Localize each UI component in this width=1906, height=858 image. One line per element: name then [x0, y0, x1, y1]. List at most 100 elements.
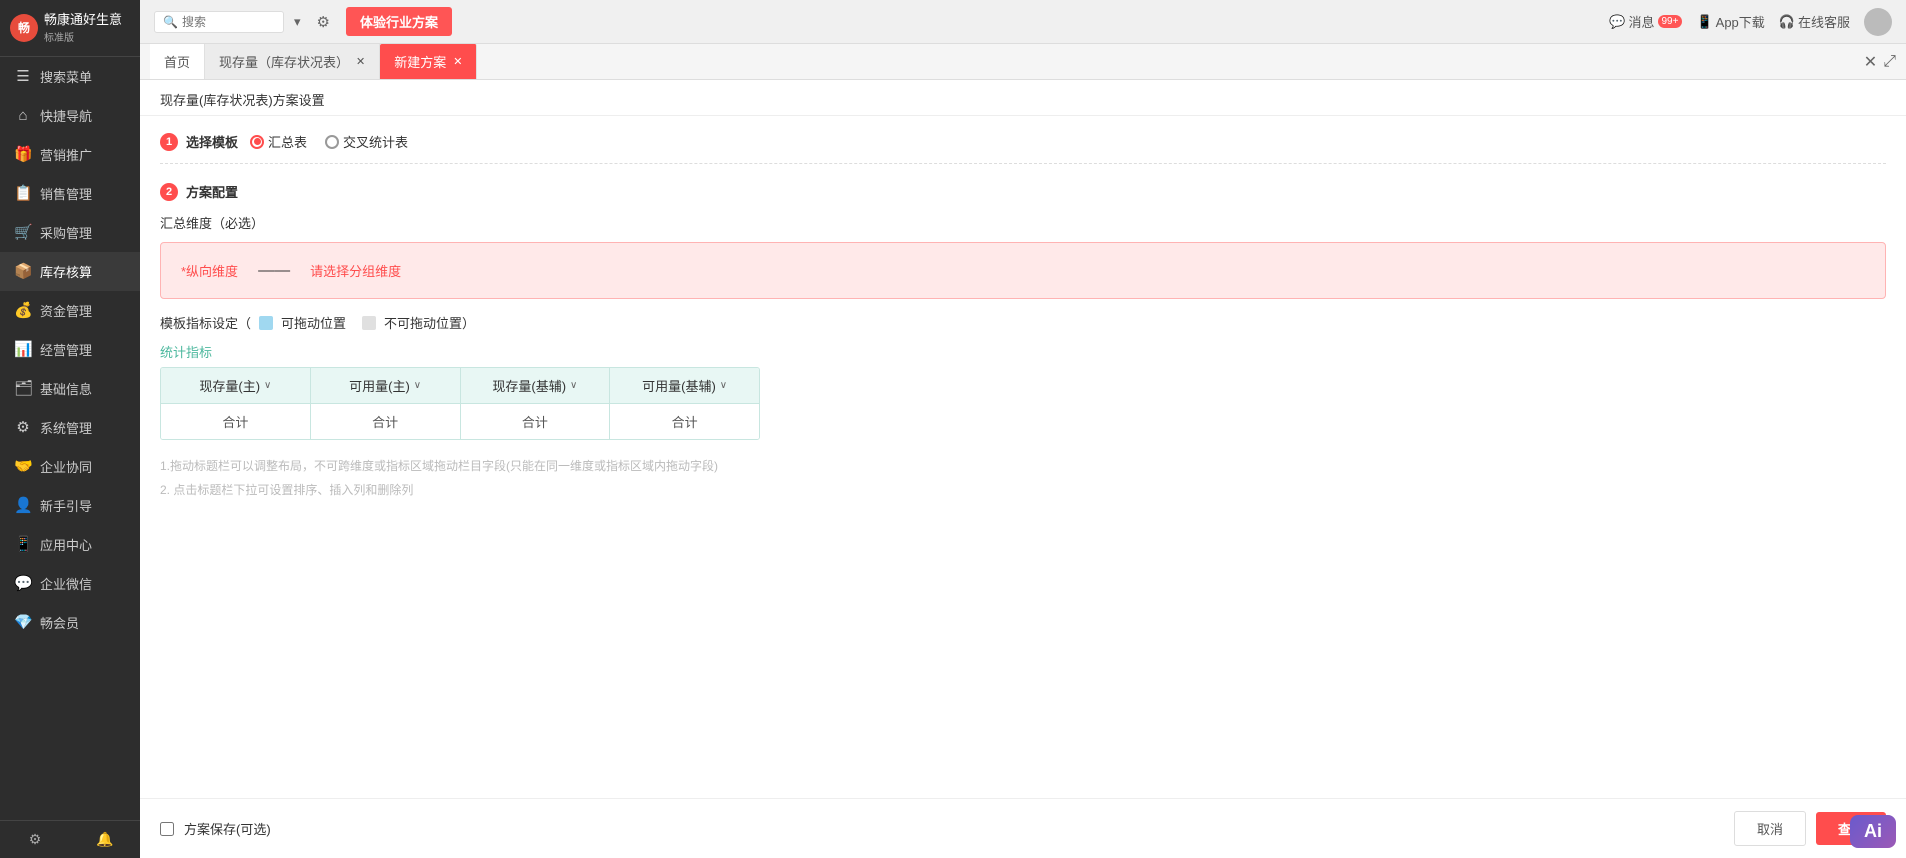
app-download-label: App下载 [1716, 12, 1765, 31]
gift-icon: 🎁 [14, 145, 32, 163]
online-service-btn[interactable]: 🎧 在线客服 [1779, 12, 1850, 31]
sidebar: 畅 畅康通好生意 标准版 ☰ 搜索菜单 ⌂ 快捷导航 🎁 营销推广 📋 销售管理… [0, 0, 140, 858]
dimension-required-label: *纵向维度 [181, 261, 238, 280]
sidebar-item-vip[interactable]: 💎 畅会员 [0, 603, 140, 642]
settings-btn[interactable]: ⚙ [0, 821, 70, 858]
tips-section: 1.拖动标题栏可以调整布局，不可跨维度或指标区域拖动栏目字段(只能在同一维度或指… [160, 456, 1886, 501]
tab-home-label: 首页 [164, 52, 190, 71]
topbar-gear-icon[interactable]: ⚙ [311, 11, 336, 33]
table-body-0: 合计 [161, 403, 311, 439]
sidebar-item-sales[interactable]: 📋 销售管理 [0, 174, 140, 213]
radio-summary-label: 汇总表 [268, 132, 307, 151]
sidebar-item-label: 资金管理 [40, 301, 92, 320]
unmovable-badge [362, 316, 376, 330]
table-body-1: 合计 [311, 403, 461, 439]
search-dropdown-btn[interactable]: ▾ [294, 14, 301, 30]
sidebar-item-label: 基础信息 [40, 379, 92, 398]
tab-close-all-btn[interactable]: ✕ [1864, 52, 1877, 72]
topbar-right: 💬 消息 99+ 📱 App下载 🎧 在线客服 [1609, 8, 1892, 36]
ai-badge[interactable]: Ai [1850, 815, 1896, 848]
app-center-icon: 📱 [14, 535, 32, 553]
mobile-icon: 📱 [1696, 14, 1712, 30]
stats-section: 统计指标 现存量(主) ∨ 可用量(主) ∨ [160, 342, 1886, 440]
tab-expand-btn[interactable]: ⤢ [1883, 52, 1896, 72]
sidebar-item-search-menu[interactable]: ☰ 搜索菜单 [0, 57, 140, 96]
message-btn[interactable]: 💬 消息 99+ [1609, 12, 1682, 31]
sidebar-item-quick-nav[interactable]: ⌂ 快捷导航 [0, 96, 140, 135]
gear-icon: ⚙ [29, 831, 42, 847]
table-header-0[interactable]: 现存量(主) ∨ [161, 368, 311, 403]
chevron-down-icon-0: ∨ [264, 380, 271, 391]
tab-new-scheme-close[interactable]: ✕ [453, 55, 462, 68]
radio-summary[interactable]: 汇总表 [250, 132, 307, 151]
sales-icon: 📋 [14, 184, 32, 202]
message-badge: 99+ [1658, 15, 1683, 28]
save-scheme-label: 方案保存(可选) [184, 819, 271, 838]
sidebar-item-purchase[interactable]: 🛒 采购管理 [0, 213, 140, 252]
tab-new-scheme-label: 新建方案 [394, 52, 446, 71]
step2-header: 2 方案配置 [160, 182, 1886, 201]
tab-actions: ✕ ⤢ [1864, 52, 1896, 72]
sidebar-item-operations[interactable]: 📊 经营管理 [0, 330, 140, 369]
template-options: 汇总表 交叉统计表 [250, 132, 408, 151]
dimension-placeholder: 请选择分组维度 [310, 261, 401, 280]
sidebar-item-basic-info[interactable]: 🗂 基础信息 [0, 369, 140, 408]
tip1: 1.拖动标题栏可以调整布局，不可跨维度或指标区域拖动栏目字段(只能在同一维度或指… [160, 456, 1886, 478]
tab-home[interactable]: 首页 [150, 44, 205, 79]
logo-icon: 畅 [10, 14, 38, 42]
sidebar-item-label: 销售管理 [40, 184, 92, 203]
sidebar-item-new-guide[interactable]: 👤 新手引导 [0, 486, 140, 525]
chevron-down-icon-2: ∨ [570, 380, 577, 391]
sidebar-item-finance[interactable]: 💰 资金管理 [0, 291, 140, 330]
step1-title: 选择模板 [186, 132, 238, 151]
sidebar-item-marketing[interactable]: 🎁 营销推广 [0, 135, 140, 174]
table-header-2[interactable]: 现存量(基辅) ∨ [461, 368, 611, 403]
purchase-icon: 🛒 [14, 223, 32, 241]
tab-inventory-label: 现存量（库存状况表） [219, 52, 349, 71]
tab-inventory-status[interactable]: 现存量（库存状况表） ✕ [205, 44, 380, 79]
chevron-down-icon-1: ∨ [414, 380, 421, 391]
indicator-settings: 模板指标设定（ 可拖动位置 不可拖动位置） [160, 313, 1886, 332]
operations-icon: 📊 [14, 340, 32, 358]
trial-btn[interactable]: 体验行业方案 [346, 7, 452, 36]
main-area: 🔍 ▾ ⚙ 体验行业方案 💬 消息 99+ 📱 App下载 🎧 在线客服 [140, 0, 1906, 858]
sidebar-item-enterprise-wechat[interactable]: 💬 企业微信 [0, 564, 140, 603]
sidebar-item-inventory[interactable]: 📦 库存核算 [0, 252, 140, 291]
step2-section: 2 方案配置 汇总维度（必选） *纵向维度 —— 请选择分组维度 模板指标设定（ [160, 182, 1886, 501]
radio-crosstab-dot [325, 135, 339, 149]
topbar-search-box[interactable]: 🔍 [154, 11, 284, 33]
tab-inventory-close[interactable]: ✕ [356, 55, 365, 68]
home-icon: ⌂ [14, 107, 32, 124]
movable-badge [259, 316, 273, 330]
tab-new-scheme[interactable]: 新建方案 ✕ [380, 44, 477, 79]
sidebar-item-app-center[interactable]: 📱 应用中心 [0, 525, 140, 564]
save-scheme-checkbox[interactable] [160, 822, 174, 836]
indicator-settings-label: 模板指标设定（ 可拖动位置 不可拖动位置） [160, 313, 1886, 332]
sidebar-item-label: 快捷导航 [40, 106, 92, 125]
basic-info-icon: 🗂 [14, 379, 32, 397]
stats-table: 现存量(主) ∨ 可用量(主) ∨ 现存量(基辅) ∨ [160, 367, 760, 440]
radio-crosstab[interactable]: 交叉统计表 [325, 132, 408, 151]
cooperation-icon: 🤝 [14, 457, 32, 475]
finance-icon: 💰 [14, 301, 32, 319]
sidebar-item-label: 畅会员 [40, 613, 79, 632]
online-service-label: 在线客服 [1798, 12, 1850, 31]
cancel-button[interactable]: 取消 [1734, 811, 1806, 846]
sound-btn[interactable]: 🔔 [70, 821, 140, 858]
table-header-1[interactable]: 可用量(主) ∨ [311, 368, 461, 403]
user-avatar[interactable] [1864, 8, 1892, 36]
search-input[interactable] [182, 15, 272, 29]
footer: 方案保存(可选) 取消 查询 [140, 798, 1906, 858]
dimension-arrow: —— [258, 262, 290, 280]
sound-icon: 🔔 [96, 831, 113, 847]
radio-crosstab-label: 交叉统计表 [343, 132, 408, 151]
config-section: 汇总维度（必选） *纵向维度 —— 请选择分组维度 模板指标设定（ 可拖动位置 [160, 213, 1886, 501]
sidebar-item-label: 应用中心 [40, 535, 92, 554]
topbar: 🔍 ▾ ⚙ 体验行业方案 💬 消息 99+ 📱 App下载 🎧 在线客服 [140, 0, 1906, 44]
app-download-btn[interactable]: 📱 App下载 [1696, 12, 1764, 31]
sidebar-item-cooperation[interactable]: 🤝 企业协同 [0, 447, 140, 486]
step1-section: 1 选择模板 汇总表 交叉统计表 [160, 132, 1886, 164]
table-header-3[interactable]: 可用量(基辅) ∨ [610, 368, 759, 403]
dimension-box[interactable]: *纵向维度 —— 请选择分组维度 [160, 242, 1886, 299]
sidebar-item-system[interactable]: ⚙ 系统管理 [0, 408, 140, 447]
